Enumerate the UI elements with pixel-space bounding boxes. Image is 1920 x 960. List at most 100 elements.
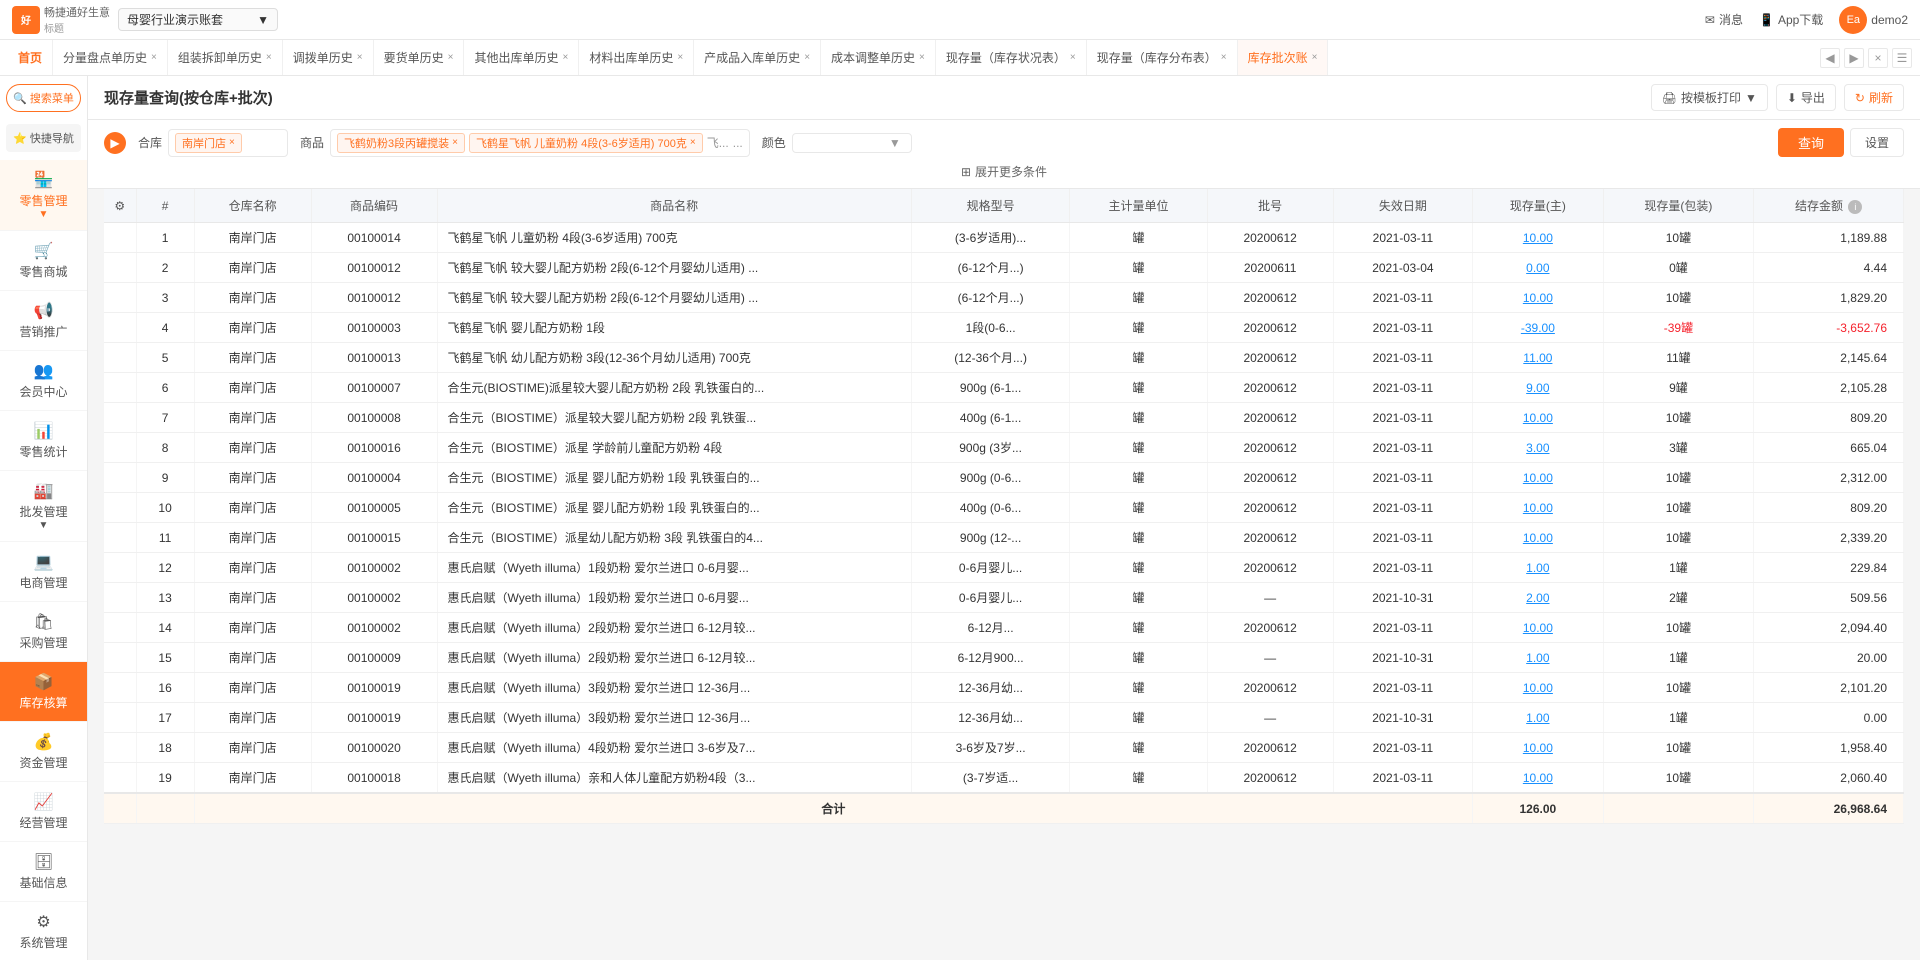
shortcut-icon: ⭐ [13,132,27,145]
cell-qty-main[interactable]: 1.00 [1473,703,1603,733]
cell-warehouse: 南岸门店 [194,643,311,673]
cell-balance: 2,312.00 [1754,463,1904,493]
filter-toggle[interactable]: ▶ [104,132,126,154]
search-menu-button[interactable]: 🔍 搜索菜单 [6,84,81,112]
th-name: 商品名称 [437,189,911,223]
cell-qty-main[interactable]: 10.00 [1473,733,1603,763]
cell-unit: 罐 [1070,583,1207,613]
close-icon[interactable]: × [562,52,568,63]
goods-tag-container[interactable]: 飞鹤奶粉3段丙罐搅装 × 飞鹤星飞帆 儿童奶粉 4段(3-6岁适用) 700克 … [330,129,750,157]
tab-batch-voucher[interactable]: 库存批次账 × [1238,40,1329,76]
cell-qty-main[interactable]: -39.00 [1473,313,1603,343]
cell-qty-main[interactable]: 10.00 [1473,523,1603,553]
settings-button[interactable]: 设置 [1850,128,1904,157]
sidebar-item-purchase[interactable]: 🛍 采购管理 [0,602,87,662]
warehouse-tag-container[interactable]: 南岸门店 × [168,129,288,157]
sidebar-item-finance[interactable]: 💰 资金管理 [0,722,87,782]
close-icon[interactable]: × [1312,52,1318,63]
cell-code: 00100002 [311,583,437,613]
close-icon[interactable]: × [677,52,683,63]
cell-qty-main[interactable]: 9.00 [1473,373,1603,403]
messages-button[interactable]: ✉ 消息 [1705,11,1743,28]
close-icon[interactable]: × [266,52,272,63]
cell-qty-main[interactable]: 0.00 [1473,253,1603,283]
close-icon[interactable]: × [1221,52,1227,63]
sidebar-item-ecommerce[interactable]: 💻 电商管理 [0,542,87,602]
remove-warehouse-tag[interactable]: × [229,137,235,148]
sidebar-item-member[interactable]: 👥 会员中心 [0,351,87,411]
tab-mix[interactable]: 调拨单历史 × [283,40,374,76]
tab-material-out[interactable]: 材料出库单历史 × [579,40,694,76]
cell-qty-main[interactable]: 10.00 [1473,403,1603,433]
tab-cost-adjust[interactable]: 成本调整单历史 × [821,40,936,76]
cell-qty-main[interactable]: 3.00 [1473,433,1603,463]
tab-home[interactable]: 首页 [8,40,53,76]
color-filter-input[interactable]: ▼ [792,133,912,153]
tab-product-in[interactable]: 产成品入库单历史 × [694,40,821,76]
nav-menu[interactable]: ☰ [1892,48,1912,68]
cell-batch: 20200612 [1207,433,1333,463]
expand-more-button[interactable]: ⊞ 展开更多条件 [961,163,1047,180]
cell-qty-main[interactable]: 10.00 [1473,613,1603,643]
cell-qty-main[interactable]: 10.00 [1473,673,1603,703]
print-button[interactable]: 🖨 按模板打印 ▼ [1651,84,1768,111]
sidebar-item-wholesale[interactable]: 🏭 批发管理 ▼ [0,471,87,542]
shortcut-nav-button[interactable]: ⭐ 快捷导航 [6,124,81,152]
close-icon[interactable]: × [448,52,454,63]
nav-right-arrow[interactable]: ▶ [1844,48,1864,68]
export-button[interactable]: ⬇ 导出 [1776,84,1836,111]
cell-qty-main[interactable]: 1.00 [1473,643,1603,673]
remove-goods-tag-0[interactable]: × [452,137,458,148]
th-settings[interactable]: ⚙ [104,189,136,223]
app-download-button[interactable]: 📱 App下载 [1759,11,1823,28]
close-icon[interactable]: × [919,52,925,63]
sidebar-shortcut: ⭐ 快捷导航 [0,120,87,160]
cell-qty-main[interactable]: 10.00 [1473,493,1603,523]
info-icon[interactable]: i [1848,200,1862,214]
cell-expiry: 2021-03-11 [1333,763,1473,794]
cell-qty-main[interactable]: 11.00 [1473,343,1603,373]
cell-batch: 20200612 [1207,733,1333,763]
cell-qty-pkg: 10罐 [1603,613,1754,643]
cell-code: 00100019 [311,673,437,703]
cell-qty-main[interactable]: 2.00 [1473,583,1603,613]
cell-unit: 罐 [1070,673,1207,703]
cell-expiry: 2021-03-11 [1333,463,1473,493]
sidebar-item-retail-shop[interactable]: 🛒 零售商城 [0,231,87,291]
user-menu[interactable]: Ea demo2 [1839,6,1908,34]
stats-icon: 📊 [4,421,83,441]
sidebar-item-inventory[interactable]: 📦 库存核算 [0,662,87,722]
tab-purchase[interactable]: 要货单历史 × [374,40,465,76]
remove-goods-tag-1[interactable]: × [690,137,696,148]
sidebar-item-marketing[interactable]: 📢 营销推广 [0,291,87,351]
sidebar-item-operations[interactable]: 📈 经营管理 [0,782,87,842]
cell-qty-main[interactable]: 10.00 [1473,463,1603,493]
nav-left-arrow[interactable]: ◀ [1820,48,1840,68]
close-icon[interactable]: × [804,52,810,63]
sidebar-item-retail[interactable]: 🏪 零售管理 ▼ [0,160,87,231]
cell-qty-main[interactable]: 10.00 [1473,763,1603,794]
tab-split-inventory[interactable]: 分量盘点单历史 × [53,40,168,76]
cell-code: 00100013 [311,343,437,373]
sidebar-item-system[interactable]: ⚙ 系统管理 [0,902,87,960]
close-icon[interactable]: × [1070,52,1076,63]
query-button[interactable]: 查询 [1778,128,1844,157]
tab-inventory-dist[interactable]: 现存量（库存分布表） × [1087,40,1238,76]
close-icon[interactable]: × [151,52,157,63]
cell-expiry: 2021-03-11 [1333,493,1473,523]
sidebar-item-retail-stats[interactable]: 📊 零售统计 [0,411,87,471]
cell-qty-main[interactable]: 10.00 [1473,283,1603,313]
cell-qty-main[interactable]: 1.00 [1473,553,1603,583]
page-title: 现存量查询(按仓库+批次) [104,87,273,108]
close-icon[interactable]: × [357,52,363,63]
refresh-button[interactable]: ↻ 刷新 [1844,84,1904,111]
nav-close-all[interactable]: × [1868,48,1888,68]
tab-inventory-status[interactable]: 现存量（库存状况表） × [936,40,1087,76]
tab-other-out[interactable]: 其他出库单历史 × [464,40,579,76]
sidebar-item-basic[interactable]: 🗄 基础信息 [0,842,87,902]
org-selector[interactable]: 母婴行业演示账套 ▼ [118,8,278,31]
cell-code: 00100019 [311,703,437,733]
tab-disassembly[interactable]: 组装拆卸单历史 × [168,40,283,76]
th-code: 商品编码 [311,189,437,223]
cell-qty-main[interactable]: 10.00 [1473,223,1603,253]
